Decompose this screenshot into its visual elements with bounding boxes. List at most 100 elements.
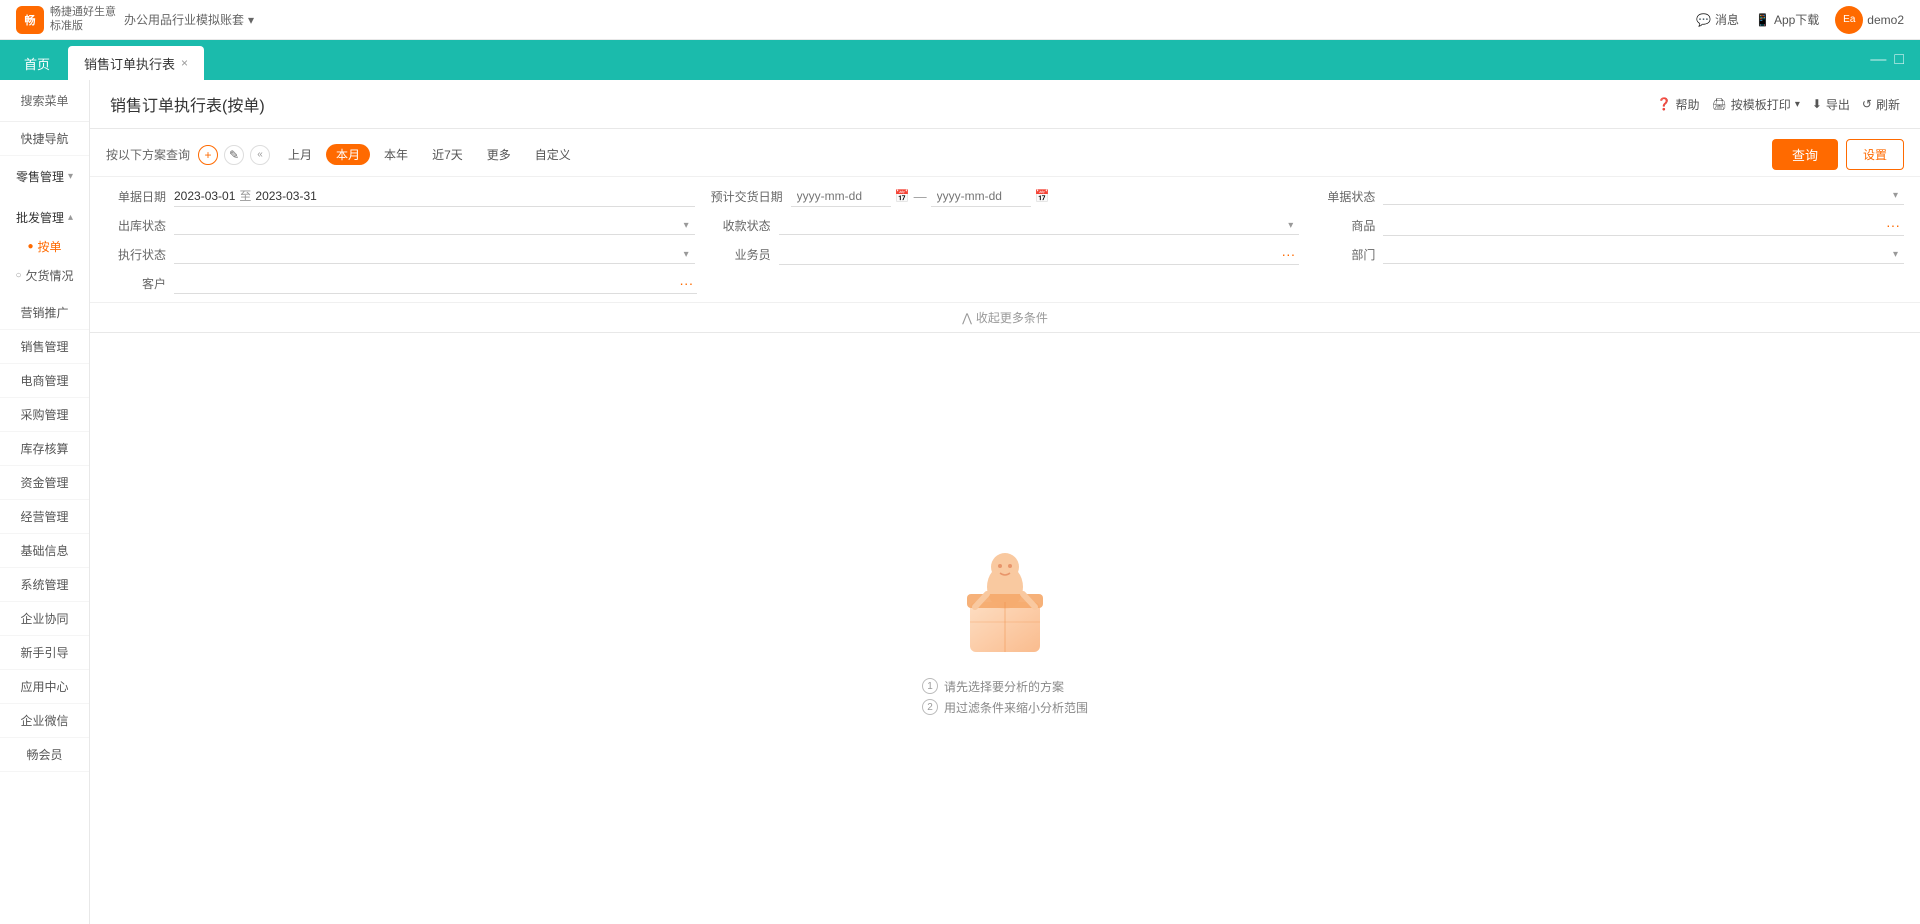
print-label: 按模板打印 bbox=[1731, 96, 1791, 113]
filter-salesperson: 业务员 ··· bbox=[711, 244, 1300, 265]
goods-multi-select-icon[interactable]: ··· bbox=[1886, 217, 1900, 233]
settings-button[interactable]: 设置 bbox=[1846, 139, 1904, 170]
sidebar-item-business[interactable]: 经营管理 bbox=[0, 500, 89, 534]
refresh-button[interactable]: ↺ 刷新 bbox=[1862, 96, 1900, 113]
receipt-status-select[interactable]: ▾ bbox=[779, 217, 1300, 235]
sidebar-item-ecommerce[interactable]: 电商管理 bbox=[0, 364, 89, 398]
filter-expected-date: 预计交货日期 📅 — 📅 bbox=[711, 186, 1300, 207]
sidebar-item-sales[interactable]: 销售管理 bbox=[0, 330, 89, 364]
tab-sales-order[interactable]: 销售订单执行表 × bbox=[68, 46, 204, 80]
scheme-this-year[interactable]: 本年 bbox=[374, 144, 418, 165]
page-header: 销售订单执行表(按单) ❓ 帮助 🖨 按模板打印 ▾ ⬇ 导出 ↺ 刷新 bbox=[90, 80, 1920, 129]
sidebar-item-purchase[interactable]: 采购管理 bbox=[0, 398, 89, 432]
sidebar-item-member[interactable]: 畅会员 bbox=[0, 738, 89, 772]
scheme-last-month[interactable]: 上月 bbox=[278, 144, 322, 165]
collapse-label: 收起更多条件 bbox=[976, 309, 1048, 326]
sidebar-item-enterprise[interactable]: 企业协同 bbox=[0, 602, 89, 636]
breadcrumb-arrow-icon[interactable]: ▾ bbox=[248, 13, 254, 27]
expected-date-end-input[interactable] bbox=[931, 186, 1031, 207]
messages-button[interactable]: 💬 消息 bbox=[1696, 11, 1739, 28]
filter-out-status: 出库状态 ▾ bbox=[106, 217, 695, 235]
out-status-dropdown-icon: ▾ bbox=[684, 220, 689, 231]
collapse-scheme-button[interactable]: « bbox=[250, 145, 270, 165]
receipt-status-label: 收款状态 bbox=[711, 217, 771, 234]
wholesale-arrow-icon: ▴ bbox=[68, 212, 73, 223]
salesperson-input-area: ··· bbox=[779, 244, 1300, 265]
sidebar-section-retail: 零售管理 ▾ bbox=[0, 156, 89, 197]
exec-status-select[interactable]: ▾ bbox=[174, 246, 695, 264]
user-profile[interactable]: Ea demo2 bbox=[1835, 6, 1904, 34]
export-icon: ⬇ bbox=[1812, 97, 1822, 111]
sidebar-item-quicknav[interactable]: 快捷导航 bbox=[0, 122, 89, 156]
debt-icon: ○ bbox=[15, 270, 21, 281]
scheme-last-7-days[interactable]: 近7天 bbox=[422, 144, 473, 165]
refresh-label: 刷新 bbox=[1876, 96, 1900, 113]
sidebar-retail-toggle[interactable]: 零售管理 ▾ bbox=[0, 162, 89, 191]
expected-date-label: 预计交货日期 bbox=[711, 188, 783, 205]
scheme-custom[interactable]: 自定义 bbox=[525, 144, 581, 165]
page-title: 销售订单执行表(按单) bbox=[110, 92, 265, 116]
query-button[interactable]: 查询 bbox=[1772, 139, 1838, 170]
bill-status-select[interactable]: ▾ bbox=[1383, 187, 1904, 205]
sidebar-item-wechat[interactable]: 企业微信 bbox=[0, 704, 89, 738]
empty-state: 1 请先选择要分析的方案 2 用过滤条件来缩小分析范围 bbox=[90, 333, 1920, 924]
scheme-label: 按单 bbox=[38, 238, 62, 255]
scheme-query-label: 按以下方案查询 bbox=[106, 146, 190, 163]
customer-multi-select-icon[interactable]: ··· bbox=[679, 275, 693, 291]
tab-close-icon[interactable]: × bbox=[181, 56, 188, 70]
help-button[interactable]: ❓ 帮助 bbox=[1657, 96, 1700, 113]
refresh-icon: ↺ bbox=[1862, 97, 1872, 111]
minimize-button[interactable]: — bbox=[1870, 51, 1886, 69]
sidebar: 搜索菜单 快捷导航 零售管理 ▾ 批发管理 ▴ ● 按单 ○ 欠货情况 营销推广… bbox=[0, 80, 90, 924]
breadcrumb-text: 办公用品行业模拟账套 bbox=[124, 11, 244, 28]
print-button[interactable]: 🖨 按模板打印 ▾ bbox=[1712, 96, 1800, 113]
dept-select[interactable]: ▾ bbox=[1383, 246, 1904, 264]
sidebar-item-debt[interactable]: ○ 欠货情况 bbox=[0, 261, 89, 290]
sidebar-item-finance[interactable]: 资金管理 bbox=[0, 466, 89, 500]
logo: 畅 畅捷通好生意 标准版 bbox=[16, 6, 116, 34]
print-icon: 🖨 bbox=[1712, 97, 1727, 111]
main-layout: 搜索菜单 快捷导航 零售管理 ▾ 批发管理 ▴ ● 按单 ○ 欠货情况 营销推广… bbox=[0, 80, 1920, 924]
expected-date-start-input[interactable] bbox=[791, 186, 891, 207]
app-download-button[interactable]: 📱 App下载 bbox=[1755, 11, 1819, 28]
sidebar-item-marketing[interactable]: 营销推广 bbox=[0, 296, 89, 330]
sidebar-item-apps[interactable]: 应用中心 bbox=[0, 670, 89, 704]
filter-scheme-row: 按以下方案查询 + ✎ « 上月 本月 本年 近7天 更多 自定义 查询 设置 bbox=[90, 129, 1920, 177]
salesperson-multi-select-icon[interactable]: ··· bbox=[1281, 246, 1295, 262]
logo-text: 畅捷通好生意 标准版 bbox=[50, 6, 116, 32]
edit-scheme-button[interactable]: ✎ bbox=[224, 145, 244, 165]
retail-arrow-icon: ▾ bbox=[68, 171, 73, 182]
sidebar-item-newbie[interactable]: 新手引导 bbox=[0, 636, 89, 670]
sidebar-item-inventory[interactable]: 库存核算 bbox=[0, 432, 89, 466]
collapse-icon: ⋀ bbox=[962, 311, 972, 325]
bill-status-dropdown-icon: ▾ bbox=[1893, 190, 1898, 201]
empty-step-1: 1 请先选择要分析的方案 bbox=[922, 678, 1088, 695]
sidebar-item-scheme[interactable]: ● 按单 bbox=[0, 232, 89, 261]
export-button[interactable]: ⬇ 导出 bbox=[1812, 96, 1850, 113]
scheme-this-month[interactable]: 本月 bbox=[326, 144, 370, 165]
tab-window-actions: — □ bbox=[1870, 40, 1912, 80]
help-label: 帮助 bbox=[1676, 96, 1700, 113]
sidebar-wholesale-toggle[interactable]: 批发管理 ▴ bbox=[0, 203, 89, 232]
step-2-number: 2 bbox=[922, 699, 938, 715]
search-menu-button[interactable]: 搜索菜单 bbox=[8, 88, 81, 113]
sidebar-item-system[interactable]: 系统管理 bbox=[0, 568, 89, 602]
sales-order-tab-label: 销售订单执行表 bbox=[84, 54, 175, 73]
collapse-filter-bar[interactable]: ⋀ 收起更多条件 bbox=[90, 302, 1920, 332]
scheme-more[interactable]: 更多 bbox=[477, 144, 521, 165]
customer-input-area: ··· bbox=[174, 273, 697, 294]
filter-receipt-status: 收款状态 ▾ bbox=[711, 217, 1300, 235]
filter-goods: 商品 ··· bbox=[1315, 215, 1904, 236]
topbar-right: 💬 消息 📱 App下载 Ea demo2 bbox=[1696, 6, 1904, 34]
filter-exec-status: 执行状态 ▾ bbox=[106, 246, 695, 264]
out-status-select[interactable]: ▾ bbox=[174, 217, 695, 235]
calendar-start-icon[interactable]: 📅 bbox=[895, 189, 910, 203]
maximize-button[interactable]: □ bbox=[1894, 51, 1904, 69]
date-range-separator: — bbox=[914, 189, 927, 204]
scheme-tabs: 上月 本月 本年 近7天 更多 自定义 bbox=[278, 144, 581, 165]
calendar-end-icon[interactable]: 📅 bbox=[1035, 189, 1050, 203]
sidebar-item-basic[interactable]: 基础信息 bbox=[0, 534, 89, 568]
add-scheme-button[interactable]: + bbox=[198, 145, 218, 165]
tab-home[interactable]: 首页 bbox=[8, 46, 66, 80]
sidebar-wholesale-label: 批发管理 bbox=[16, 209, 64, 226]
